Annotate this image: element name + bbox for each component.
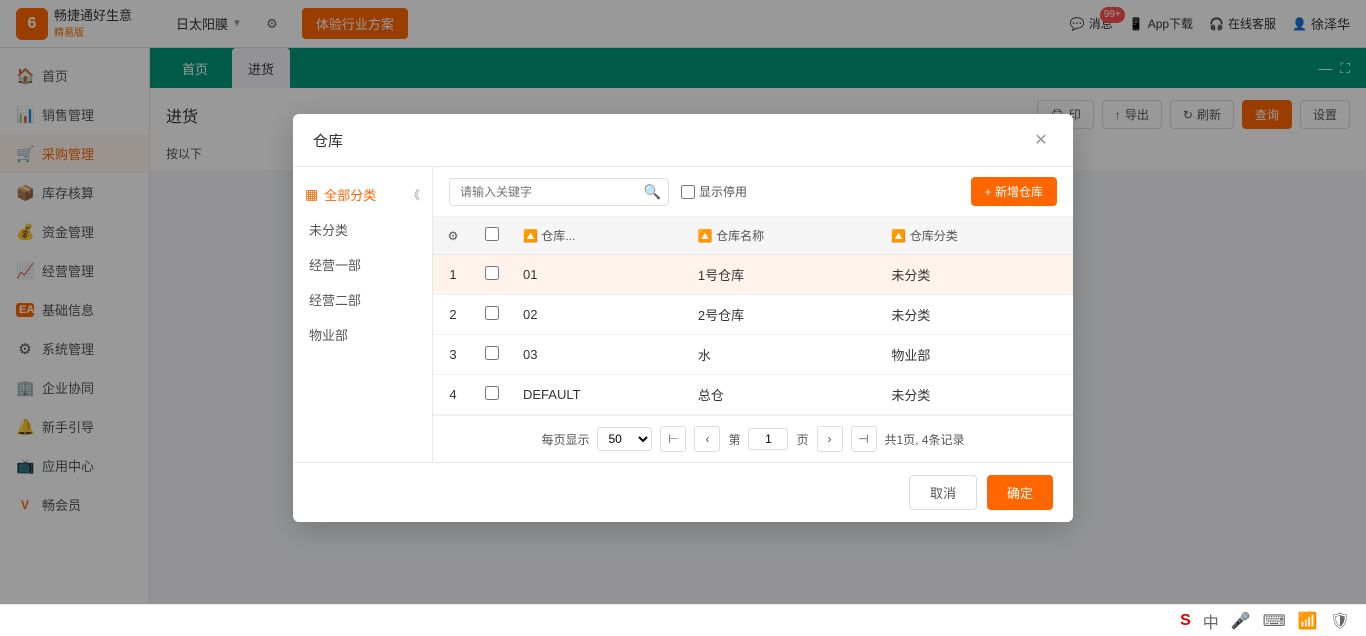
- modal-overlay: 仓库 ✕ ▦ 全部分类 《 未分类 经营一部 经营二部: [0, 0, 1366, 636]
- prev-page-button[interactable]: ‹: [694, 426, 720, 452]
- row-category-1: 未分类: [879, 255, 1073, 295]
- modal-toolbar: 🔍 显示停用 + 新增仓库: [433, 167, 1073, 217]
- shield-icon: 🛡: [1330, 611, 1350, 631]
- row-code-2: 02: [511, 295, 686, 335]
- modal-main: 🔍 显示停用 + 新增仓库 ⚙: [433, 167, 1073, 462]
- chinese-input-icon: 中: [1203, 609, 1219, 633]
- page-number-input[interactable]: [748, 428, 788, 450]
- all-categories-label: 全部分类: [324, 185, 376, 204]
- page-suffix: 页: [796, 431, 808, 448]
- row-code-1: 01: [511, 255, 686, 295]
- table-body: 1 01 1号仓库 未分类 2 02 2号仓库: [433, 255, 1073, 415]
- row-num-1: 1: [433, 255, 473, 295]
- col-gear: ⚙: [433, 217, 473, 255]
- row-checkbox-4[interactable]: [473, 375, 511, 415]
- table-row[interactable]: 3 03 水 物业部: [433, 335, 1073, 375]
- cat-item-ops1[interactable]: 经营一部: [293, 247, 432, 282]
- modal-body: ▦ 全部分类 《 未分类 经营一部 经营二部 物业部: [293, 167, 1073, 462]
- table-row[interactable]: 1 01 1号仓库 未分类: [433, 255, 1073, 295]
- col-category: 🔼 仓库分类: [879, 217, 1073, 255]
- search-wrap: 🔍: [449, 178, 669, 206]
- row-num-2: 2: [433, 295, 473, 335]
- row-num-4: 4: [433, 375, 473, 415]
- show-disabled-checkbox[interactable]: [681, 185, 695, 199]
- row-checkbox-1[interactable]: [473, 255, 511, 295]
- table-container: ⚙ 🔼 仓库... 🔼 仓库名称: [433, 217, 1073, 415]
- cat-item-ops2[interactable]: 经营二部: [293, 282, 432, 317]
- close-icon[interactable]: ✕: [1029, 128, 1053, 152]
- row-category-4: 未分类: [879, 375, 1073, 415]
- cat-item-unclassified[interactable]: 未分类: [293, 212, 432, 247]
- col-name: 🔼 仓库名称: [686, 217, 880, 255]
- row-checkbox-2[interactable]: [473, 295, 511, 335]
- warehouse-modal: 仓库 ✕ ▦ 全部分类 《 未分类 经营一部 经营二部: [293, 114, 1073, 522]
- last-page-button[interactable]: ⊣: [851, 426, 877, 452]
- show-disabled-label[interactable]: 显示停用: [681, 183, 747, 200]
- keyboard-icon: ⌨: [1263, 611, 1286, 631]
- row-num-3: 3: [433, 335, 473, 375]
- first-page-button[interactable]: ⊢: [660, 426, 686, 452]
- confirm-button[interactable]: 确定: [987, 475, 1053, 510]
- row-name-4: 总仓: [686, 375, 880, 415]
- next-page-button[interactable]: ›: [817, 426, 843, 452]
- modal-title: 仓库: [313, 130, 343, 151]
- row-name-1: 1号仓库: [686, 255, 880, 295]
- table-row[interactable]: 4 DEFAULT 总仓 未分类: [433, 375, 1073, 415]
- search-icon[interactable]: 🔍: [644, 183, 661, 200]
- page-label: 第: [728, 431, 740, 448]
- add-warehouse-button[interactable]: + 新增仓库: [971, 177, 1057, 206]
- mic-icon: 🎤: [1231, 611, 1251, 631]
- all-categories-item[interactable]: ▦ 全部分类 《: [293, 177, 432, 212]
- grid-icon: ▦: [305, 186, 318, 203]
- gear-icon: ⚙: [448, 229, 459, 243]
- cancel-button[interactable]: 取消: [909, 475, 977, 510]
- collapse-icon[interactable]: 《: [408, 186, 420, 203]
- status-bar: S 中 🎤 ⌨ 📶 🛡: [0, 604, 1366, 636]
- table-row[interactable]: 2 02 2号仓库 未分类: [433, 295, 1073, 335]
- select-all-checkbox[interactable]: [485, 227, 499, 241]
- row-code-4: DEFAULT: [511, 375, 686, 415]
- search-input[interactable]: [449, 178, 669, 206]
- modal-header: 仓库 ✕: [293, 114, 1073, 167]
- table-header-row: ⚙ 🔼 仓库... 🔼 仓库名称: [433, 217, 1073, 255]
- row-category-3: 物业部: [879, 335, 1073, 375]
- sougou-icon: S: [1180, 612, 1191, 630]
- cat-item-property[interactable]: 物业部: [293, 317, 432, 352]
- row-name-3: 水: [686, 335, 880, 375]
- warehouse-table: ⚙ 🔼 仓库... 🔼 仓库名称: [433, 217, 1073, 415]
- category-sidebar: ▦ 全部分类 《 未分类 经营一部 经营二部 物业部: [293, 167, 433, 462]
- row-category-2: 未分类: [879, 295, 1073, 335]
- row-name-2: 2号仓库: [686, 295, 880, 335]
- per-page-label: 每页显示: [541, 431, 589, 448]
- pagination: 每页显示 50 10 20 100 ⊢ ‹ 第 页 › ⊣ 共1页, 4条记录: [433, 415, 1073, 462]
- wifi-icon: 📶: [1298, 611, 1318, 631]
- row-code-3: 03: [511, 335, 686, 375]
- row-checkbox-3[interactable]: [473, 335, 511, 375]
- total-info: 共1页, 4条记录: [885, 431, 965, 448]
- per-page-select[interactable]: 50 10 20 100: [597, 427, 652, 451]
- col-checkbox: [473, 217, 511, 255]
- col-code: 🔼 仓库...: [511, 217, 686, 255]
- modal-footer: 取消 确定: [293, 462, 1073, 522]
